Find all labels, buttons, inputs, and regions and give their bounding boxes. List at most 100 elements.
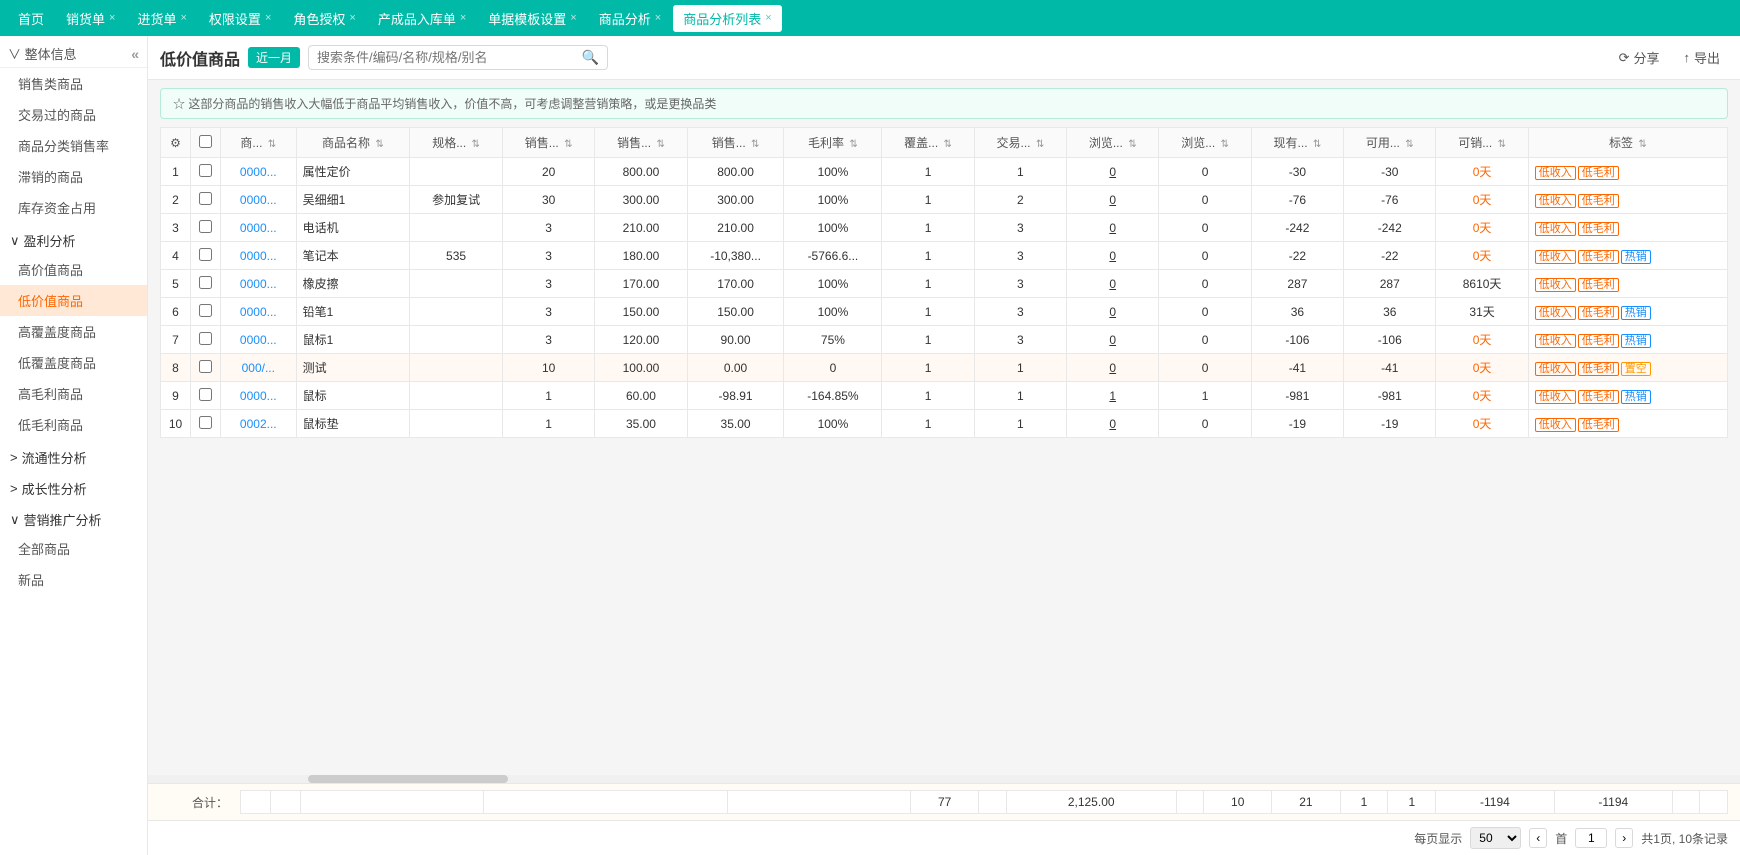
row-select-checkbox[interactable] (199, 192, 212, 205)
close-icon[interactable]: × (265, 12, 271, 24)
close-icon[interactable]: × (570, 12, 576, 24)
search-input[interactable] (317, 50, 578, 65)
nav-template-settings[interactable]: 单据模板设置 × (478, 5, 586, 32)
row-checkbox[interactable] (191, 186, 221, 214)
sidebar-item-slow-moving[interactable]: 滞销的商品 (0, 161, 147, 192)
col-spec-header[interactable]: 规格... ⇅ (410, 128, 503, 158)
sidebar-item-high-value[interactable]: 高价值商品 (0, 254, 147, 285)
scrollbar-thumb[interactable] (308, 775, 508, 783)
next-page-button[interactable]: › (1615, 828, 1633, 848)
sidebar-item-sales-products[interactable]: 销售类商品 (0, 68, 147, 99)
row-select-checkbox[interactable] (199, 276, 212, 289)
row-code[interactable]: 0000... (221, 214, 297, 242)
row-browse1[interactable]: 0 (1067, 270, 1159, 298)
row-checkbox[interactable] (191, 214, 221, 242)
col-browse1-header[interactable]: 浏览... ⇅ (1067, 128, 1159, 158)
row-code[interactable]: 0000... (221, 186, 297, 214)
col-browse2-header[interactable]: 浏览... ⇅ (1159, 128, 1251, 158)
row-select-checkbox[interactable] (199, 332, 212, 345)
col-code-header[interactable]: 商... ⇅ (221, 128, 297, 158)
col-price-header[interactable]: 销售... ⇅ (595, 128, 687, 158)
select-all-checkbox[interactable] (199, 135, 212, 148)
per-page-select[interactable]: 50 20 100 (1470, 827, 1521, 849)
row-browse1[interactable]: 0 (1067, 242, 1159, 270)
nav-home[interactable]: 首页 (8, 5, 54, 32)
close-icon[interactable]: × (109, 12, 115, 24)
sidebar-group-growth[interactable]: > 成长性分析 (0, 471, 147, 502)
sidebar-item-high-margin[interactable]: 高毛利商品 (0, 378, 147, 409)
nav-permissions[interactable]: 权限设置 × (199, 5, 281, 32)
row-code[interactable]: 0002... (221, 410, 297, 438)
collapse-button[interactable]: « (131, 46, 139, 62)
row-checkbox[interactable] (191, 410, 221, 438)
row-code[interactable]: 000/... (221, 354, 297, 382)
col-stock-header[interactable]: 现有... ⇅ (1251, 128, 1343, 158)
row-select-checkbox[interactable] (199, 360, 212, 373)
row-browse1[interactable]: 0 (1067, 326, 1159, 354)
sidebar-item-category-sales[interactable]: 商品分类销售率 (0, 130, 147, 161)
col-cover-header[interactable]: 覆盖... ⇅ (882, 128, 974, 158)
row-checkbox[interactable] (191, 382, 221, 410)
row-code[interactable]: 0000... (221, 158, 297, 186)
row-checkbox[interactable] (191, 298, 221, 326)
col-settings[interactable]: ⚙ (161, 128, 191, 158)
horizontal-scrollbar[interactable] (148, 775, 1740, 783)
col-amount-header[interactable]: 销售... ⇅ (687, 128, 784, 158)
row-select-checkbox[interactable] (199, 416, 212, 429)
col-avail-header[interactable]: 可用... ⇅ (1344, 128, 1436, 158)
browse1-link[interactable]: 0 (1109, 221, 1116, 235)
row-select-checkbox[interactable] (199, 220, 212, 233)
search-icon[interactable]: 🔍 (582, 49, 599, 66)
browse1-link[interactable]: 0 (1109, 277, 1116, 291)
nav-product-analysis-list[interactable]: 商品分析列表 × (673, 5, 781, 32)
close-icon[interactable]: × (180, 12, 186, 24)
browse1-link[interactable]: 0 (1109, 193, 1116, 207)
sidebar-item-all-products[interactable]: 全部商品 (0, 533, 147, 564)
col-name-header[interactable]: 商品名称 ⇅ (296, 128, 410, 158)
row-checkbox[interactable] (191, 158, 221, 186)
col-saledays-header[interactable]: 可销... ⇅ (1436, 128, 1528, 158)
close-icon[interactable]: × (460, 12, 466, 24)
close-icon[interactable]: × (349, 12, 355, 24)
browse1-link[interactable]: 0 (1109, 165, 1116, 179)
nav-sales-order[interactable]: 销货单 × (56, 5, 125, 32)
sidebar-item-new-products[interactable]: 新品 (0, 564, 147, 595)
row-checkbox[interactable] (191, 270, 221, 298)
browse1-link[interactable]: 0 (1109, 305, 1116, 319)
row-code[interactable]: 0000... (221, 270, 297, 298)
export-button[interactable]: ↑ 导出 (1675, 44, 1728, 71)
row-code[interactable]: 0000... (221, 382, 297, 410)
sidebar-item-low-coverage[interactable]: 低覆盖度商品 (0, 347, 147, 378)
row-select-checkbox[interactable] (199, 304, 212, 317)
sidebar-item-low-value[interactable]: 低价值商品 (0, 285, 147, 316)
close-icon[interactable]: × (765, 12, 771, 24)
row-select-checkbox[interactable] (199, 248, 212, 261)
row-code[interactable]: 0000... (221, 242, 297, 270)
browse1-link[interactable]: 0 (1109, 417, 1116, 431)
row-code[interactable]: 0000... (221, 326, 297, 354)
row-select-checkbox[interactable] (199, 164, 212, 177)
row-browse1[interactable]: 0 (1067, 186, 1159, 214)
nav-finished-goods[interactable]: 产成品入库单 × (368, 5, 476, 32)
row-checkbox[interactable] (191, 242, 221, 270)
nav-product-analysis[interactable]: 商品分析 × (589, 5, 671, 32)
row-browse1[interactable]: 0 (1067, 410, 1159, 438)
col-trade-header[interactable]: 交易... ⇅ (974, 128, 1066, 158)
row-browse1[interactable]: 0 (1067, 298, 1159, 326)
sidebar-group-profit[interactable]: ∨ 盈利分析 (0, 223, 147, 254)
sidebar-item-low-margin[interactable]: 低毛利商品 (0, 409, 147, 440)
browse1-link[interactable]: 1 (1109, 389, 1116, 403)
share-button[interactable]: ⟳ 分享 (1611, 44, 1668, 71)
sidebar-item-high-coverage[interactable]: 高覆盖度商品 (0, 316, 147, 347)
sidebar-group-liquidity[interactable]: > 流通性分析 (0, 440, 147, 471)
first-page-button[interactable]: ‹ (1529, 828, 1547, 848)
nav-role-auth[interactable]: 角色授权 × (283, 5, 365, 32)
sidebar-item-traded[interactable]: 交易过的商品 (0, 99, 147, 130)
page-number-input[interactable] (1575, 828, 1607, 848)
row-browse1[interactable]: 0 (1067, 354, 1159, 382)
row-browse1[interactable]: 0 (1067, 158, 1159, 186)
browse1-link[interactable]: 0 (1109, 333, 1116, 347)
close-icon[interactable]: × (655, 12, 661, 24)
row-select-checkbox[interactable] (199, 388, 212, 401)
browse1-link[interactable]: 0 (1109, 361, 1116, 375)
